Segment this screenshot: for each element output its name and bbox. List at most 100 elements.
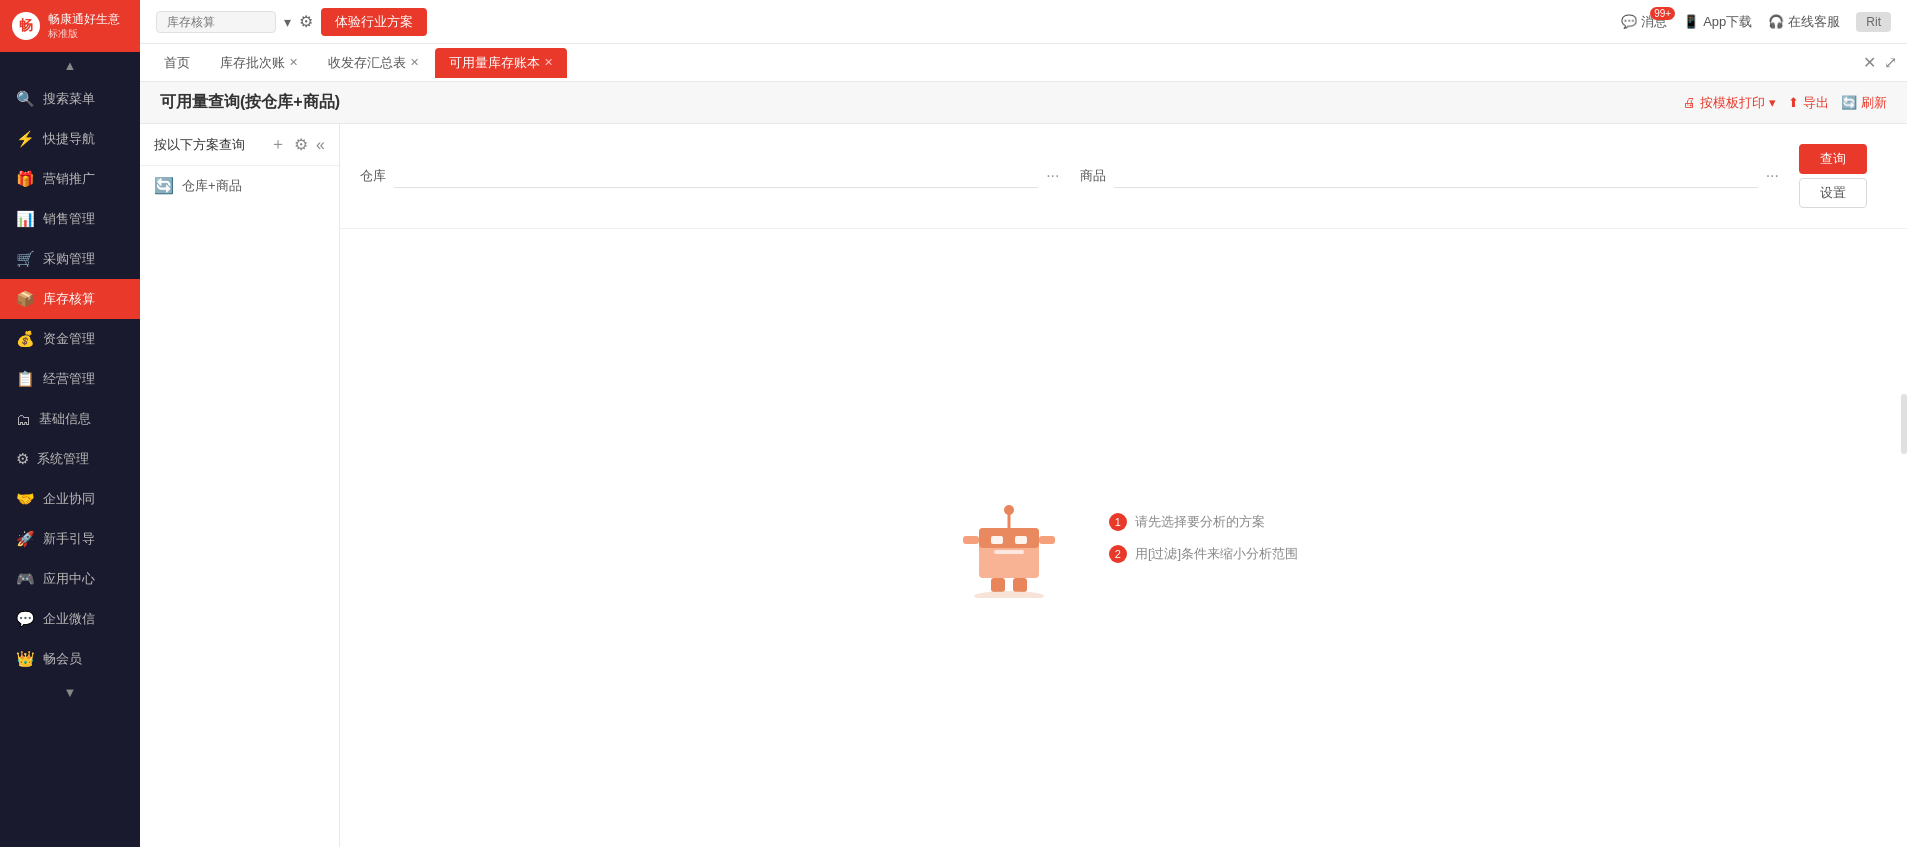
online-service-button[interactable]: 🎧 在线客服 [1768,13,1840,31]
warehouse-more-button[interactable]: ··· [1046,167,1059,185]
query-button[interactable]: 查询 [1799,144,1867,174]
main-area: ▾ ⚙ 体验行业方案 💬 消息 99+ 📱 App下载 🎧 在线客服 Rit 首… [140,0,1907,847]
sidebar: 畅 畅康通好生意 标准版 ▲ 🔍 搜索菜单 ⚡ 快捷导航 🎁 营销推广 📊 销售… [0,0,140,847]
sidebar-header: 畅 畅康通好生意 标准版 [0,0,140,52]
svg-rect-2 [991,536,1003,544]
sidebar-item-sales[interactable]: 📊 销售管理 [0,199,140,239]
svg-rect-9 [991,578,1005,592]
tip-text-2: 用[过滤]条件来缩小分析范围 [1135,545,1298,563]
filter-settings-button[interactable]: ⚙ [294,135,308,154]
svg-rect-7 [963,536,979,544]
query-action-buttons: 查询 设置 [1799,134,1887,218]
sidebar-item-finance[interactable]: 💰 资金管理 [0,319,140,359]
tip-num-1: 1 [1109,513,1127,531]
empty-state: 1 请先选择要分析的方案 2 用[过滤]条件来缩小分析范围 [340,229,1907,847]
sidebar-item-purchase[interactable]: 🛒 采购管理 [0,239,140,279]
page-title: 可用量查询(按仓库+商品) [160,92,340,113]
export-button[interactable]: ⬆ 导出 [1788,94,1829,112]
tab-available[interactable]: 可用量库存账本 ✕ [435,48,567,78]
tip-num-2: 2 [1109,545,1127,563]
tab-home[interactable]: 首页 [150,48,204,78]
tab-summary[interactable]: 收发存汇总表 ✕ [314,48,433,78]
content-area: 按以下方案查询 ＋ ⚙ « 🔄 仓库+商品 仓库 ··· [140,124,1907,847]
operations-icon: 📋 [16,370,35,388]
sidebar-item-search[interactable]: 🔍 搜索菜单 [0,79,140,119]
warehouse-filter-group: 仓库 ··· [360,164,1060,188]
industry-solution-button[interactable]: 体验行业方案 [321,8,427,36]
sidebar-item-wechat[interactable]: 💬 企业微信 [0,599,140,639]
refresh-button[interactable]: 🔄 刷新 [1841,94,1887,112]
tabs-right-actions: ✕ ⤢ [1863,53,1897,72]
cooperation-icon: 🤝 [16,490,35,508]
sidebar-item-cooperation[interactable]: 🤝 企业协同 [0,479,140,519]
top-header: ▾ ⚙ 体验行业方案 💬 消息 99+ 📱 App下载 🎧 在线客服 Rit [140,0,1907,44]
sidebar-item-newbie[interactable]: 🚀 新手引导 [0,519,140,559]
svg-rect-4 [994,550,1024,554]
tab-batch[interactable]: 库存批次账 ✕ [206,48,312,78]
user-avatar[interactable]: Rit [1856,12,1891,32]
shortcut-icon: ⚡ [16,130,35,148]
sidebar-item-operations[interactable]: 📋 经营管理 [0,359,140,399]
search-icon: 🔍 [16,90,35,108]
right-scroll-indicator[interactable] [1901,394,1907,454]
app-download-button[interactable]: 📱 App下载 [1683,13,1752,31]
svg-point-6 [1004,505,1014,515]
refresh-icon: 🔄 [1841,95,1857,110]
tab-maximize-button[interactable]: ⤢ [1884,53,1897,72]
empty-tip-1: 1 请先选择要分析的方案 [1109,513,1298,531]
filter-item-warehouse-goods[interactable]: 🔄 仓库+商品 [140,166,339,205]
sidebar-item-inventory[interactable]: 📦 库存核算 [0,279,140,319]
sidebar-item-basic[interactable]: 🗂 基础信息 [0,399,140,439]
header-left: ▾ ⚙ 体验行业方案 [156,8,1611,36]
breadcrumb-input[interactable] [156,11,276,33]
filter-item-icon: 🔄 [154,176,174,195]
sidebar-item-shortcut[interactable]: ⚡ 快捷导航 [0,119,140,159]
svg-point-11 [974,591,1044,598]
inventory-icon: 📦 [16,290,35,308]
filter-add-button[interactable]: ＋ [270,134,286,155]
filter-collapse-button[interactable]: « [316,136,325,154]
goods-input[interactable] [1114,164,1758,188]
page-actions: 🖨 按模板打印 ▾ ⬆ 导出 🔄 刷新 [1683,94,1887,112]
system-icon: ⚙ [16,450,29,468]
sidebar-item-member[interactable]: 👑 畅会员 [0,639,140,679]
wechat-icon: 💬 [16,610,35,628]
print-template-button[interactable]: 🖨 按模板打印 ▾ [1683,94,1776,112]
print-dropdown-icon: ▾ [1769,95,1776,110]
filter-item-label: 仓库+商品 [182,177,242,195]
goods-label: 商品 [1080,167,1106,185]
goods-more-button[interactable]: ··· [1766,167,1779,185]
goods-filter-group: 商品 ··· [1080,164,1780,188]
settings-gear-button[interactable]: ⚙ [299,12,313,31]
tab-available-close[interactable]: ✕ [544,56,553,69]
tabs-bar: 首页 库存批次账 ✕ 收发存汇总表 ✕ 可用量库存账本 ✕ ✕ ⤢ [140,44,1907,82]
marketing-icon: 🎁 [16,170,35,188]
breadcrumb-dropdown-button[interactable]: ▾ [284,14,291,30]
print-icon: 🖨 [1683,95,1696,110]
service-icon: 🎧 [1768,14,1784,29]
message-button[interactable]: 💬 消息 99+ [1621,13,1667,31]
message-icon: 💬 [1621,14,1637,29]
warehouse-label: 仓库 [360,167,386,185]
filter-header-label: 按以下方案查询 [154,136,245,154]
sidebar-scroll-down[interactable]: ▼ [0,679,140,706]
newbie-icon: 🚀 [16,530,35,548]
sales-icon: 📊 [16,210,35,228]
filter-panel: 按以下方案查询 ＋ ⚙ « 🔄 仓库+商品 [140,124,340,847]
appcenter-icon: 🎮 [16,570,35,588]
member-icon: 👑 [16,650,35,668]
sidebar-item-appcenter[interactable]: 🎮 应用中心 [0,559,140,599]
tab-summary-close[interactable]: ✕ [410,56,419,69]
warehouse-input[interactable] [394,164,1038,188]
query-settings-button[interactable]: 设置 [1799,178,1867,208]
sidebar-item-marketing[interactable]: 🎁 营销推广 [0,159,140,199]
tab-batch-close[interactable]: ✕ [289,56,298,69]
tab-close-window-button[interactable]: ✕ [1863,53,1876,72]
export-icon: ⬆ [1788,95,1799,110]
sidebar-scroll-up[interactable]: ▲ [0,52,140,79]
svg-rect-10 [1013,578,1027,592]
purchase-icon: 🛒 [16,250,35,268]
query-area: 仓库 ··· 商品 ··· 查询 设置 [340,124,1907,847]
sidebar-item-system[interactable]: ⚙ 系统管理 [0,439,140,479]
svg-rect-3 [1015,536,1027,544]
